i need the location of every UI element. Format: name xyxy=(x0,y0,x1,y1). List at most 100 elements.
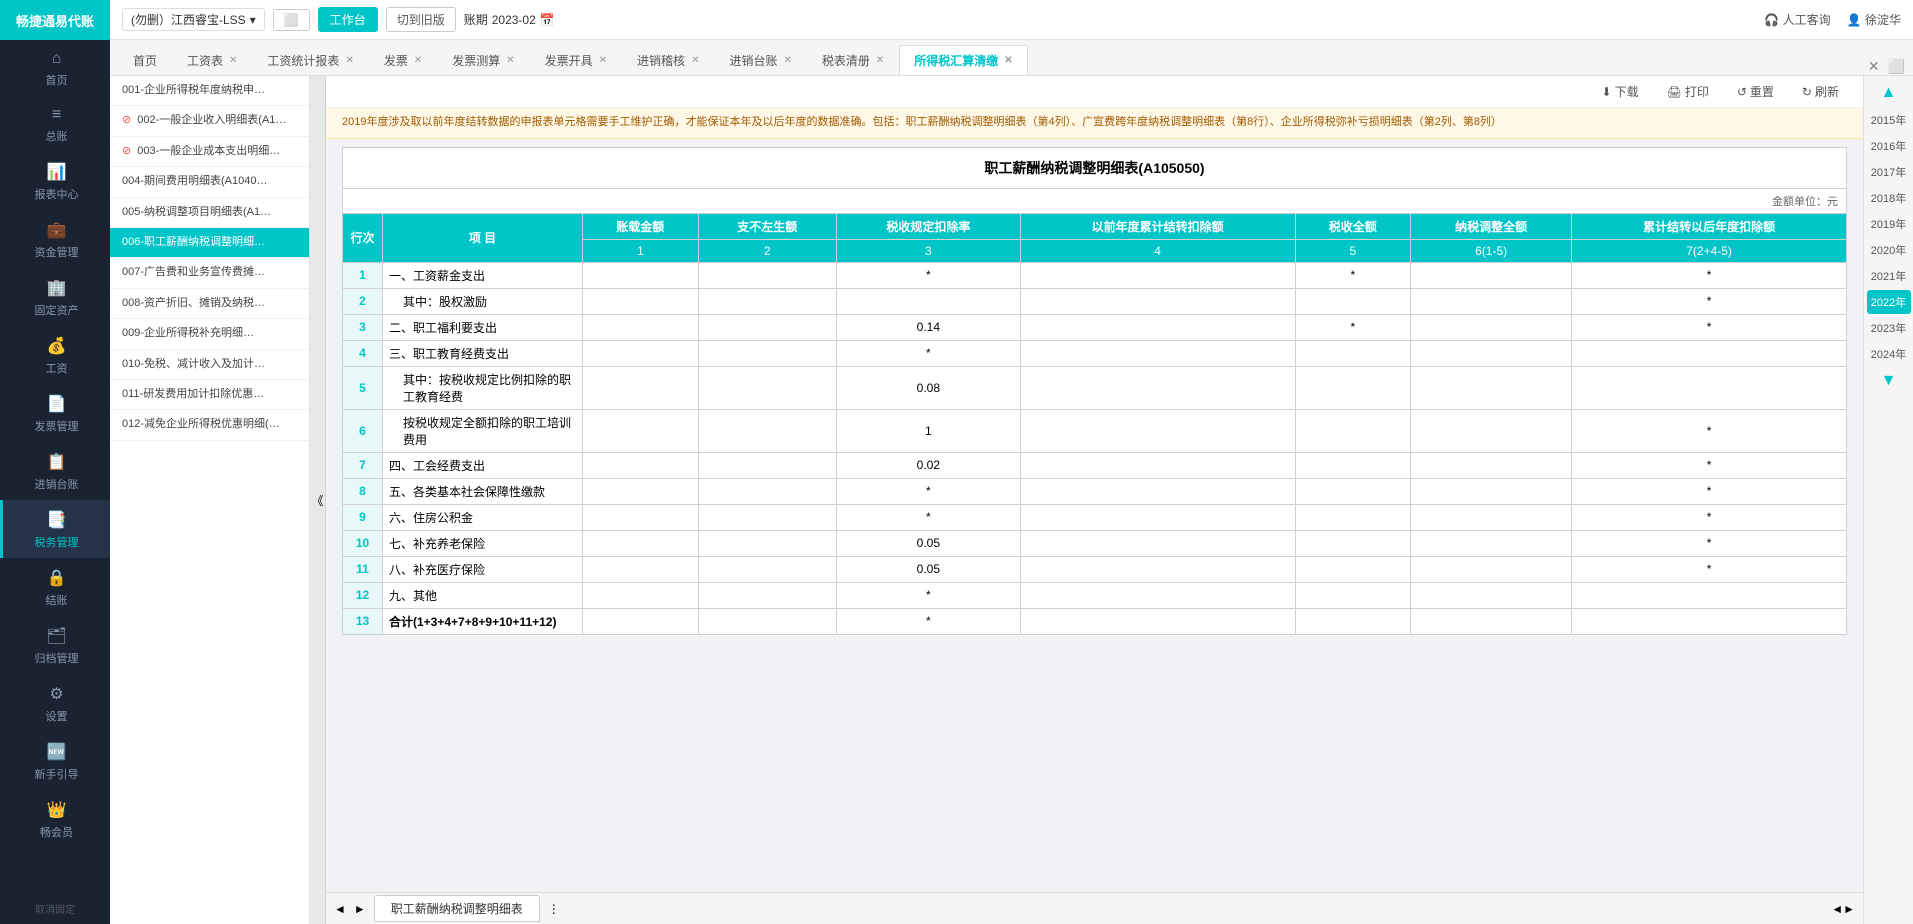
tab-salary[interactable]: 工资表✕ xyxy=(172,45,252,75)
close-tab-invoice[interactable]: ✕ xyxy=(414,55,422,66)
sidebar-item-archive[interactable]: 🗂 归档管理 xyxy=(0,616,110,674)
close-tab-invoice-calc[interactable]: ✕ xyxy=(506,55,514,66)
collapse-panel-btn[interactable]: 《 xyxy=(310,76,326,924)
row-C[interactable] xyxy=(583,582,699,608)
row-D[interactable] xyxy=(698,582,836,608)
close-tab-tax-book[interactable]: ✕ xyxy=(876,55,884,66)
row-I[interactable] xyxy=(1572,340,1847,366)
row-F[interactable] xyxy=(1020,409,1295,452)
table-scroll[interactable]: 职工薪酬纳税调整明细表(A105050) 金额单位：元 行次 项 目 账载金额 … xyxy=(326,139,1863,892)
row-G[interactable] xyxy=(1295,582,1411,608)
sidebar-item-settings[interactable]: ⚙ 设置 xyxy=(0,674,110,732)
tab-close-btn[interactable]: ✕ xyxy=(1868,58,1880,75)
row-C[interactable] xyxy=(583,452,699,478)
row-G[interactable] xyxy=(1295,608,1411,634)
left-item-008[interactable]: 008-资产折旧、摊销及纳税… xyxy=(110,289,309,319)
tab-tax-book[interactable]: 税表清册✕ xyxy=(807,45,899,75)
row-C[interactable] xyxy=(583,409,699,452)
cancel-fixed-btn[interactable]: 取消固定 xyxy=(0,893,110,924)
row-H[interactable] xyxy=(1411,262,1572,288)
service-btn[interactable]: 🎧 人工客询 xyxy=(1764,11,1830,28)
tab-invoice-open[interactable]: 发票开具✕ xyxy=(530,45,622,75)
sidebar-item-member[interactable]: 👑 畅会员 xyxy=(0,790,110,848)
left-item-007[interactable]: 007-广告费和业务宣传费摊… xyxy=(110,258,309,288)
tab-income-tax[interactable]: 所得税汇算清缴✕ xyxy=(899,45,1027,75)
left-item-004[interactable]: 004-期间费用明细表(A1040… xyxy=(110,167,309,197)
row-F[interactable] xyxy=(1020,366,1295,409)
row-item[interactable]: 四、工会经费支出 xyxy=(383,452,583,478)
row-F[interactable] xyxy=(1020,608,1295,634)
row-H[interactable] xyxy=(1411,314,1572,340)
row-F[interactable] xyxy=(1020,262,1295,288)
close-tab-income-tax[interactable]: ✕ xyxy=(1004,55,1012,66)
row-item[interactable]: 二、职工福利要支出 xyxy=(383,314,583,340)
copy-btn[interactable]: ⬜ xyxy=(273,9,310,31)
row-G[interactable] xyxy=(1295,409,1411,452)
year-up-btn[interactable]: ▲ xyxy=(1877,80,1901,106)
row-D[interactable] xyxy=(698,452,836,478)
row-D[interactable] xyxy=(698,288,836,314)
left-item-006[interactable]: 006-职工薪酬纳税调整明细… xyxy=(110,228,309,258)
row-D[interactable] xyxy=(698,504,836,530)
row-item[interactable]: 一、工资薪金支出 xyxy=(383,262,583,288)
tab-invoice[interactable]: 发票✕ xyxy=(369,45,437,75)
row-D[interactable] xyxy=(698,530,836,556)
tab-invoice-calc[interactable]: 发票测算✕ xyxy=(437,45,529,75)
row-item[interactable]: 五、各类基本社会保障性缴款 xyxy=(383,478,583,504)
row-G[interactable] xyxy=(1295,452,1411,478)
row-I[interactable] xyxy=(1572,366,1847,409)
workspace-btn[interactable]: 工作台 xyxy=(318,7,378,32)
tab-salary-report[interactable]: 工资统计报表✕ xyxy=(252,45,368,75)
row-D[interactable] xyxy=(698,608,836,634)
row-item[interactable]: 合计(1+3+4+7+8+9+10+11+12) xyxy=(383,608,583,634)
sheet-tab[interactable]: 职工薪酬纳税调整明细表 xyxy=(374,895,540,922)
left-item-001[interactable]: 001-企业所得税年度纳税申… xyxy=(110,76,309,106)
row-H[interactable] xyxy=(1411,478,1572,504)
year-2019[interactable]: 2019年 xyxy=(1867,212,1911,236)
row-item[interactable]: 按税收规定全额扣除的职工培训费用 xyxy=(383,409,583,452)
row-G[interactable] xyxy=(1295,530,1411,556)
row-F[interactable] xyxy=(1020,288,1295,314)
left-item-003[interactable]: ⊘ 003-一般企业成本支出明细… xyxy=(110,137,309,167)
row-C[interactable] xyxy=(583,504,699,530)
row-item[interactable]: 六、住房公积金 xyxy=(383,504,583,530)
user-avatar[interactable]: 👤 徐淀华 xyxy=(1847,11,1901,28)
row-C[interactable] xyxy=(583,530,699,556)
close-tab-purchase-check[interactable]: ✕ xyxy=(691,55,699,66)
row-D[interactable] xyxy=(698,314,836,340)
left-item-011[interactable]: 011-研发费用加计扣除优惠… xyxy=(110,380,309,410)
year-down-btn[interactable]: ▼ xyxy=(1877,368,1901,394)
sidebar-item-fixed[interactable]: 🏢 固定资产 xyxy=(0,268,110,326)
row-F[interactable] xyxy=(1020,504,1295,530)
row-G[interactable] xyxy=(1295,556,1411,582)
refresh-btn[interactable]: ↻ 刷新 xyxy=(1794,80,1847,103)
row-C[interactable] xyxy=(583,556,699,582)
row-item[interactable]: 其中：股权激励 xyxy=(383,288,583,314)
sheet-menu-btn[interactable]: ⋮ xyxy=(548,902,560,916)
left-item-012[interactable]: 012-减免企业所得税优惠明细(… xyxy=(110,410,309,440)
print-btn[interactable]: 🖨 打印 xyxy=(1659,80,1717,103)
row-C[interactable] xyxy=(583,608,699,634)
scroll-right-btn[interactable]: ► xyxy=(1843,902,1855,916)
sidebar-item-sales[interactable]: 📋 进销台账 xyxy=(0,442,110,500)
row-C[interactable] xyxy=(583,314,699,340)
row-F[interactable] xyxy=(1020,582,1295,608)
row-G[interactable] xyxy=(1295,504,1411,530)
row-F[interactable] xyxy=(1020,340,1295,366)
row-D[interactable] xyxy=(698,478,836,504)
row-item[interactable]: 三、职工教育经费支出 xyxy=(383,340,583,366)
close-tab-salary-report[interactable]: ✕ xyxy=(345,55,353,66)
close-tab-salary[interactable]: ✕ xyxy=(229,55,237,66)
year-2015[interactable]: 2015年 xyxy=(1867,108,1911,132)
sidebar-item-close[interactable]: 🔒 结账 xyxy=(0,558,110,616)
sidebar-item-home[interactable]: ⌂ 首页 xyxy=(0,40,110,96)
row-item[interactable]: 八、补充医疗保险 xyxy=(383,556,583,582)
row-G[interactable] xyxy=(1295,340,1411,366)
row-D[interactable] xyxy=(698,366,836,409)
year-2017[interactable]: 2017年 xyxy=(1867,160,1911,184)
scroll-left-btn[interactable]: ◄ xyxy=(1831,902,1843,916)
sidebar-item-report[interactable]: 📊 报表中心 xyxy=(0,152,110,210)
row-item[interactable]: 其中：按税收规定比例扣除的职工教育经费 xyxy=(383,366,583,409)
year-2023[interactable]: 2023年 xyxy=(1867,316,1911,340)
row-H[interactable] xyxy=(1411,556,1572,582)
